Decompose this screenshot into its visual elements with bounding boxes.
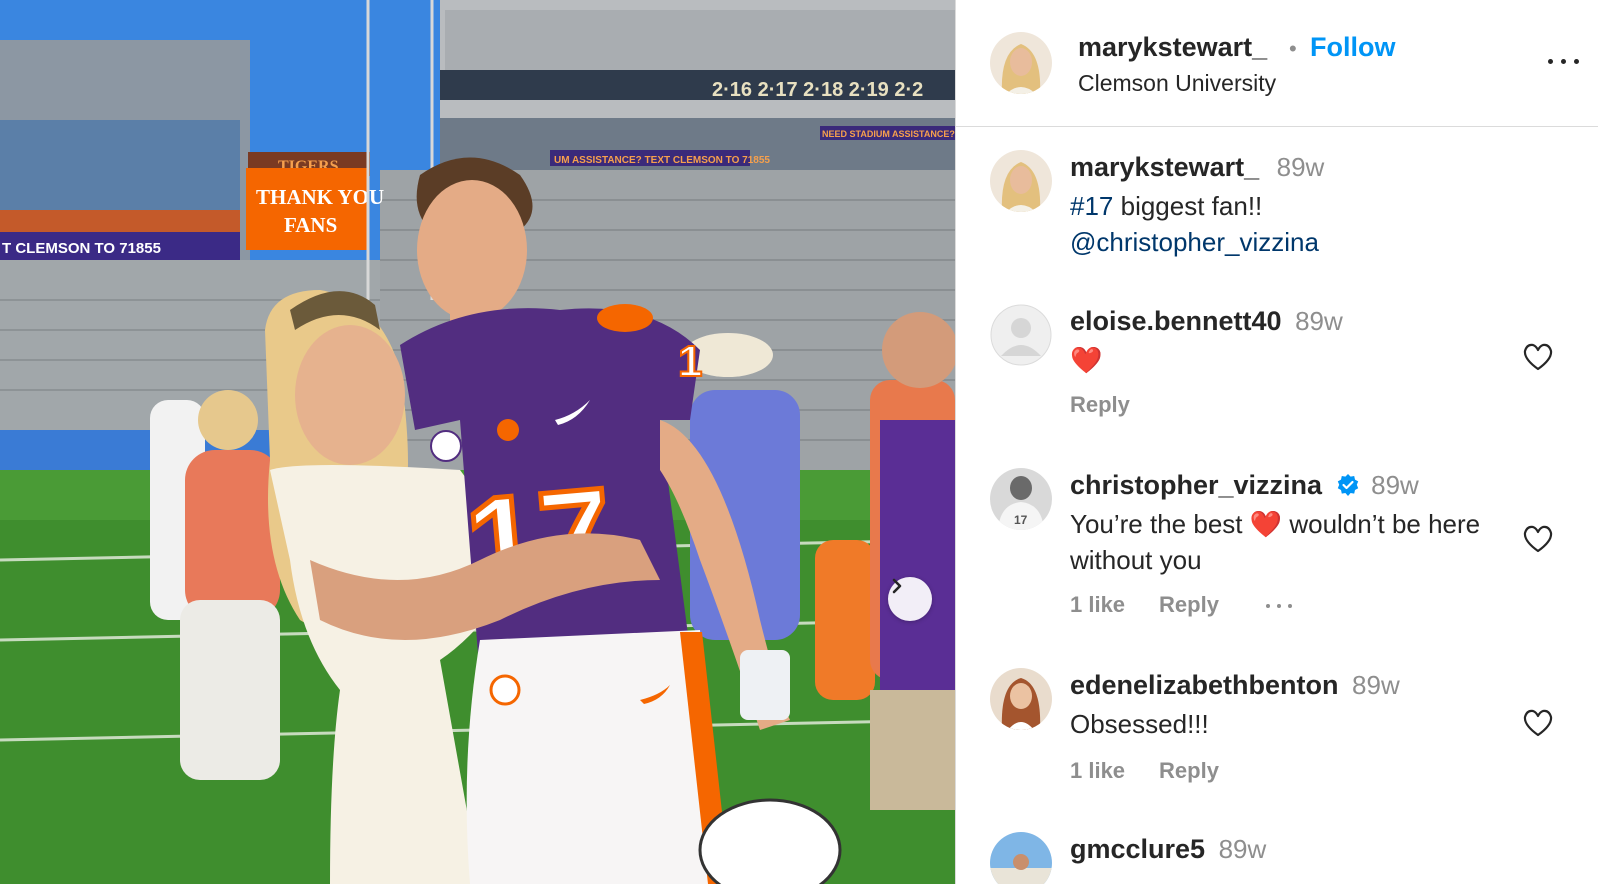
header-separator: • [1289,36,1297,61]
jersey-sleeve-number: 1 [678,337,702,386]
post-location[interactable]: Clemson University [1078,70,1276,97]
comment-text: ❤️ [1070,345,1103,375]
comment-time[interactable]: 89w [1219,834,1267,864]
comment-text: You’re the best ❤️ wouldn’t be here with… [1070,506,1530,578]
caption-hashtag[interactable]: #17 [1070,191,1113,221]
caption-username[interactable]: marykstewart_ [1070,152,1259,182]
caption-text: #17 biggest fan!! @christopher_vizzina [1070,188,1530,260]
svg-text:17: 17 [1014,513,1028,527]
comment-username[interactable]: edenelizabethbenton [1070,670,1339,700]
ribbon-board-text: T CLEMSON TO 71855 [2,240,161,257]
comment-avatar[interactable] [990,668,1052,730]
comment-text-part: You’re the best [1070,509,1250,539]
default-avatar-icon [990,304,1052,366]
author-avatar[interactable] [990,32,1052,94]
chevron-right-icon [892,578,902,594]
comment-username[interactable]: christopher_vizzina [1070,470,1322,500]
likes-count[interactable]: 1 like [1070,592,1125,617]
comment-username[interactable]: eloise.bennett40 [1070,306,1282,336]
stadium-ribbon-text-1: UM ASSISTANCE? TEXT CLEMSON TO 71855 [554,155,770,166]
stadium-photo: 2·16 2·17 2·18 2·19 2·2 UM ASSISTANCE? T… [0,0,955,884]
caption-avatar[interactable] [990,150,1052,212]
likes-count[interactable]: 1 like [1070,758,1125,783]
verified-badge-icon [1337,474,1358,496]
comment-time[interactable]: 89w [1295,306,1343,336]
heart-icon[interactable] [1522,708,1554,738]
author-username[interactable]: marykstewart_ [1078,32,1267,63]
reply-button[interactable]: Reply [1159,758,1219,783]
comment-time[interactable]: 89w [1352,670,1400,700]
reply-button[interactable]: Reply [1070,392,1130,417]
more-options-icon[interactable] [1546,50,1582,74]
post-photo: 2·16 2·17 2·18 2·19 2·2 UM ASSISTANCE? T… [0,0,955,884]
caption-body: biggest fan!! [1113,191,1263,221]
next-photo-button[interactable] [888,577,932,621]
comment-username[interactable]: gmcclure5 [1070,834,1205,864]
comment-avatar[interactable] [990,832,1052,884]
ellipsis-icon[interactable] [1262,596,1298,616]
comment-time[interactable]: 89w [1371,470,1419,500]
scoreboard-thank-you: THANK YOU [256,185,384,209]
stadium-ribbon-text-2: NEED STADIUM ASSISTANCE? TE [822,129,955,139]
heart-icon[interactable] [1522,524,1554,554]
scoreboard-fans: FANS [284,213,337,237]
comment-text: Obsessed!!! [1070,709,1209,739]
follow-button[interactable]: Follow [1310,32,1395,63]
caption-mention[interactable]: @christopher_vizzina [1070,227,1319,257]
comment-avatar[interactable] [990,304,1052,366]
comment-avatar[interactable]: 17 [990,468,1052,530]
heart-emoji: ❤️ [1249,509,1283,539]
ring-of-honor-numbers: 2·16 2·17 2·18 2·19 2·2 [712,79,923,101]
post-sidebar: marykstewart_ • Follow Clemson Universit… [955,0,1598,884]
heart-icon[interactable] [1522,342,1554,372]
caption-time[interactable]: 89w [1277,152,1325,182]
reply-button[interactable]: Reply [1159,592,1219,617]
post-header: marykstewart_ • Follow Clemson Universit… [956,0,1598,127]
